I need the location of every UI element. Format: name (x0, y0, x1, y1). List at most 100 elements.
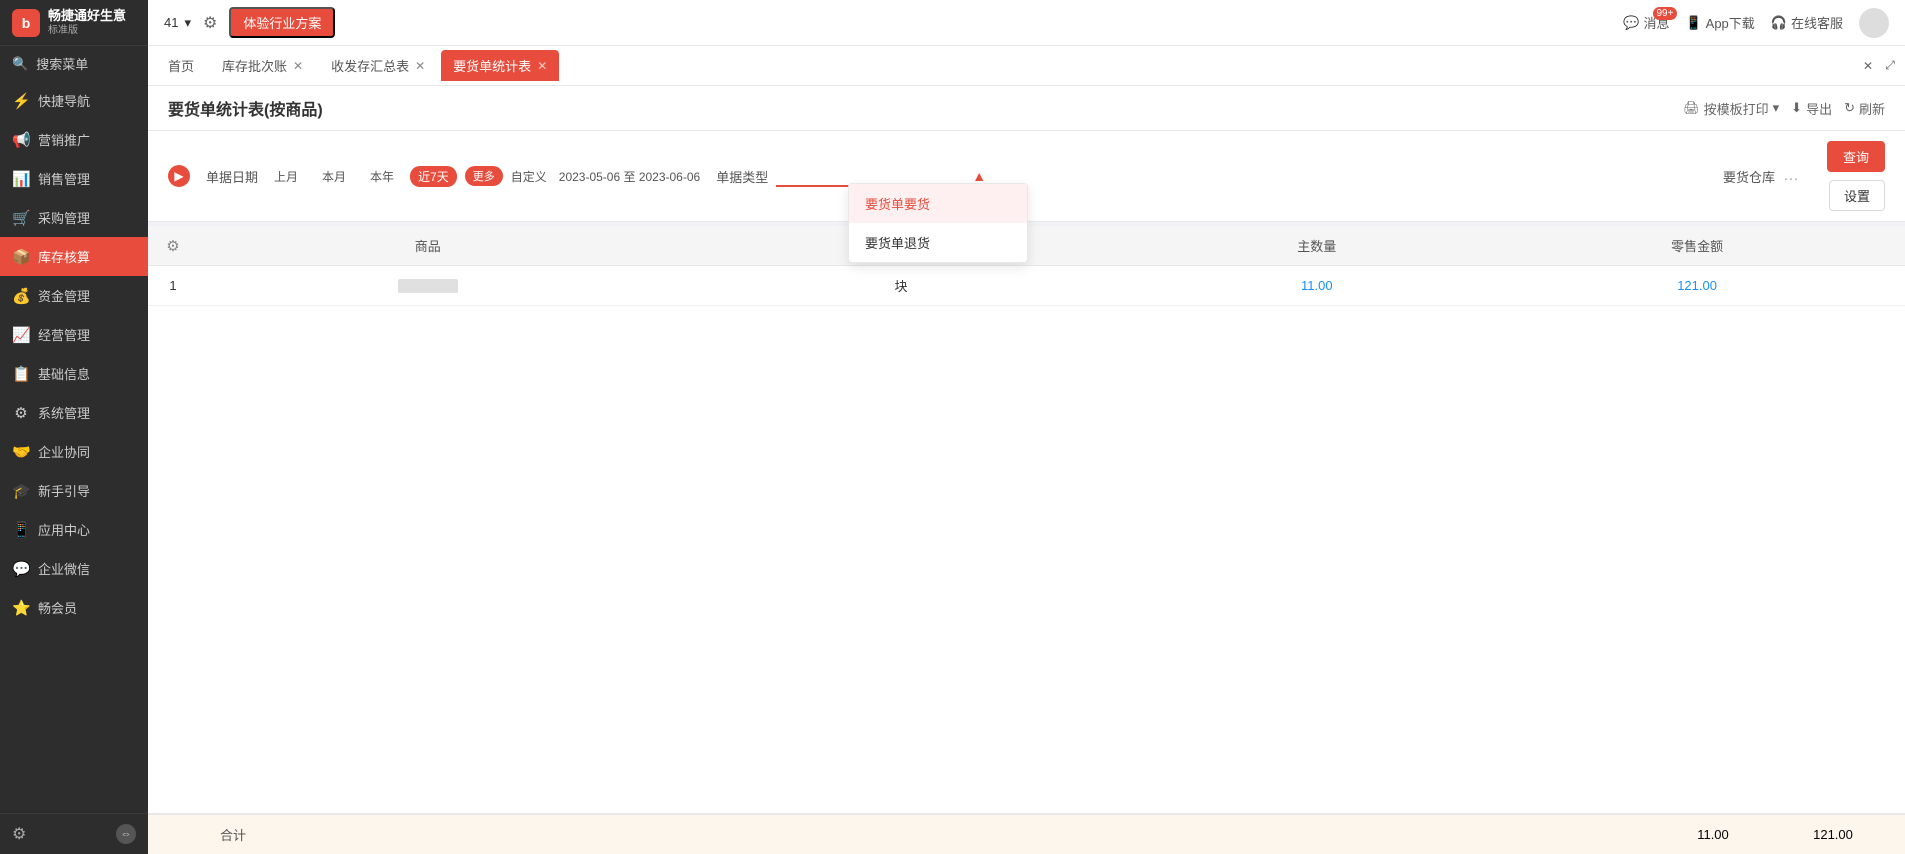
page-header-actions: 🖨 按模板打印 ▾ ⬇ 导出 ↻ 刷新 (1683, 99, 1885, 118)
template-print-button[interactable]: 🖨 按模板打印 ▾ (1683, 99, 1779, 118)
sidebar-settings-icon[interactable]: ⚙ (12, 824, 26, 844)
app-download-button[interactable]: 📱 App下载 (1685, 13, 1754, 32)
sidebar-item-企业协同[interactable]: 🤝 企业协同 (0, 432, 148, 471)
refresh-icon: ↻ (1844, 100, 1855, 116)
tab-label-1: 库存批次账 (222, 56, 287, 75)
company-dropdown-icon: ▾ (184, 15, 191, 31)
tab-close-3[interactable]: ✕ (537, 59, 547, 73)
sidebar-item-资金管理[interactable]: 💰 资金管理 (0, 276, 148, 315)
table-container: ⚙ 商品 主计量单位 主数量 零售金额 1 块 11.00 1 (148, 226, 1905, 854)
sidebar-item-企业微信[interactable]: 💬 企业微信 (0, 549, 148, 588)
sidebar-nav: ⚡ 快捷导航 📢 营销推广 📊 销售管理 🛒 采购管理 📦 库存核算 💰 资金管… (0, 81, 148, 813)
query-button[interactable]: 查询 (1827, 141, 1885, 172)
tab-label-0: 首页 (168, 56, 194, 75)
tab-close-2[interactable]: ✕ (415, 59, 425, 73)
sidebar-item-库存核算[interactable]: 📦 库存核算 (0, 237, 148, 276)
sidebar-item-系统管理[interactable]: ⚙ 系统管理 (0, 393, 148, 432)
sidebar-label-0: 快捷导航 (38, 91, 90, 110)
message-button[interactable]: 💬 消息 99+ (1623, 13, 1669, 32)
sidebar-item-采购管理[interactable]: 🛒 采购管理 (0, 198, 148, 237)
tab-1[interactable]: 库存批次账 ✕ (210, 50, 315, 81)
sidebar-item-基础信息[interactable]: 📋 基础信息 (0, 354, 148, 393)
cell-sale-amt-0: 121.00 (1489, 266, 1905, 306)
tab-close-1[interactable]: ✕ (293, 59, 303, 73)
sidebar-item-经营管理[interactable]: 📈 经营管理 (0, 315, 148, 354)
sidebar-icon-2: 📊 (12, 170, 30, 188)
search-icon: 🔍 (12, 56, 28, 72)
user-avatar[interactable] (1859, 8, 1889, 38)
warehouse-filter-group: 要货仓库 … (1723, 167, 1799, 186)
sidebar-search-label: 搜索菜单 (36, 54, 88, 73)
sidebar-icon-6: 📈 (12, 326, 30, 344)
sidebar-item-畅会员[interactable]: ⭐ 畅会员 (0, 588, 148, 627)
sidebar-item-应用中心[interactable]: 📱 应用中心 (0, 510, 148, 549)
sidebar-label-11: 应用中心 (38, 520, 90, 539)
date-more[interactable]: 更多 (465, 166, 503, 186)
app-logo-icon: b (12, 9, 40, 37)
filter-action-buttons: 查询 设置 (1827, 141, 1885, 211)
filter-expand-button[interactable]: ▶ (168, 165, 190, 187)
col-sale-amt: 零售金额 (1489, 226, 1905, 266)
sidebar-item-新手引导[interactable]: 🎓 新手引导 (0, 471, 148, 510)
customer-service-button[interactable]: 🎧 在线客服 (1771, 13, 1843, 32)
cell-main-qty-0: 11.00 (1144, 266, 1489, 306)
settings-button[interactable]: 设置 (1829, 180, 1885, 211)
sidebar-icon-9: 🤝 (12, 443, 30, 461)
sidebar-label-3: 采购管理 (38, 208, 90, 227)
sidebar-item-快捷导航[interactable]: ⚡ 快捷导航 (0, 81, 148, 120)
message-icon: 💬 (1623, 15, 1639, 31)
date-custom[interactable]: 自定义 (511, 168, 547, 185)
date-this-month[interactable]: 本月 (314, 165, 354, 188)
service-label: 在线客服 (1791, 13, 1843, 32)
product-placeholder-0 (398, 279, 458, 293)
dropdown-item-1[interactable]: 要货单退货 (849, 223, 1027, 262)
sidebar-label-10: 新手引导 (38, 481, 90, 500)
sidebar-icon-11: 📱 (12, 521, 30, 539)
message-badge: 99+ (1653, 7, 1678, 20)
date-last-7-days[interactable]: 近7天 (410, 166, 457, 187)
tab-3[interactable]: 要货单统计表✕ (441, 50, 559, 81)
sidebar-icon-4: 📦 (12, 248, 30, 266)
close-window-button[interactable]: ✕ (1861, 59, 1875, 73)
table-row-0: 1 块 11.00 121.00 (148, 266, 1905, 306)
date-this-year[interactable]: 本年 (362, 165, 402, 188)
date-range-display: 2023-05-06 至 2023-06-06 (559, 168, 700, 185)
sidebar-label-2: 销售管理 (38, 169, 90, 188)
service-icon: 🎧 (1771, 15, 1787, 31)
page-header: 要货单统计表(按商品) 🖨 按模板打印 ▾ ⬇ 导出 ↻ 刷新 (148, 86, 1905, 131)
sidebar-search[interactable]: 🔍 搜索菜单 (0, 46, 148, 81)
date-filter-group: 单据日期 上月 本月 本年 近7天 更多 自定义 2023-05-06 至 20… (206, 165, 700, 188)
tab-2[interactable]: 收发存汇总表 ✕ (319, 50, 437, 81)
column-settings-icon[interactable]: ⚙ (166, 238, 179, 255)
footer-sale-amt: 121.00 (1773, 827, 1893, 842)
sidebar-icon-10: 🎓 (12, 482, 30, 500)
top-header-right: 💬 消息 99+ 📱 App下载 🎧 在线客服 (1623, 8, 1889, 38)
date-last-month[interactable]: 上月 (266, 165, 306, 188)
type-filter-label: 单据类型 (716, 167, 768, 186)
export-button[interactable]: ⬇ 导出 (1791, 99, 1832, 118)
trial-button[interactable]: 体验行业方案 (229, 7, 335, 38)
tab-0[interactable]: 首页 (156, 50, 206, 81)
sidebar-icon-7: 📋 (12, 365, 30, 383)
expand-window-button[interactable]: ⤢ (1883, 59, 1897, 73)
date-filter-label: 单据日期 (206, 167, 258, 186)
tab-label-2: 收发存汇总表 (331, 56, 409, 75)
app-label: App下载 (1706, 13, 1755, 32)
sidebar-item-销售管理[interactable]: 📊 销售管理 (0, 159, 148, 198)
main-area: 41 ▾ ⚙ 体验行业方案 💬 消息 99+ 📱 App下载 🎧 在线客服 (148, 0, 1905, 854)
sidebar-logo: b 畅捷通好生意 标准版 (0, 0, 148, 46)
sidebar-item-营销推广[interactable]: 📢 营销推广 (0, 120, 148, 159)
refresh-button[interactable]: ↻ 刷新 (1844, 99, 1885, 118)
col-settings: ⚙ (148, 226, 198, 266)
header-settings-icon[interactable]: ⚙ (203, 13, 217, 33)
content-wrapper: 要货单统计表(按商品) 🖨 按模板打印 ▾ ⬇ 导出 ↻ 刷新 (148, 86, 1905, 854)
sidebar-icon-8: ⚙ (12, 404, 30, 422)
warehouse-more-icon[interactable]: … (1783, 167, 1799, 185)
company-selector[interactable]: 41 ▾ (164, 15, 191, 31)
dropdown-item-0[interactable]: 要货单要货 (849, 184, 1027, 223)
sidebar-icon-13: ⭐ (12, 599, 30, 617)
type-filter-arrow[interactable]: ▲ (972, 168, 986, 184)
col-main-qty: 主数量 (1144, 226, 1489, 266)
col-product: 商品 (198, 226, 658, 266)
sidebar-collapse-button[interactable]: ⇔ (116, 824, 136, 844)
